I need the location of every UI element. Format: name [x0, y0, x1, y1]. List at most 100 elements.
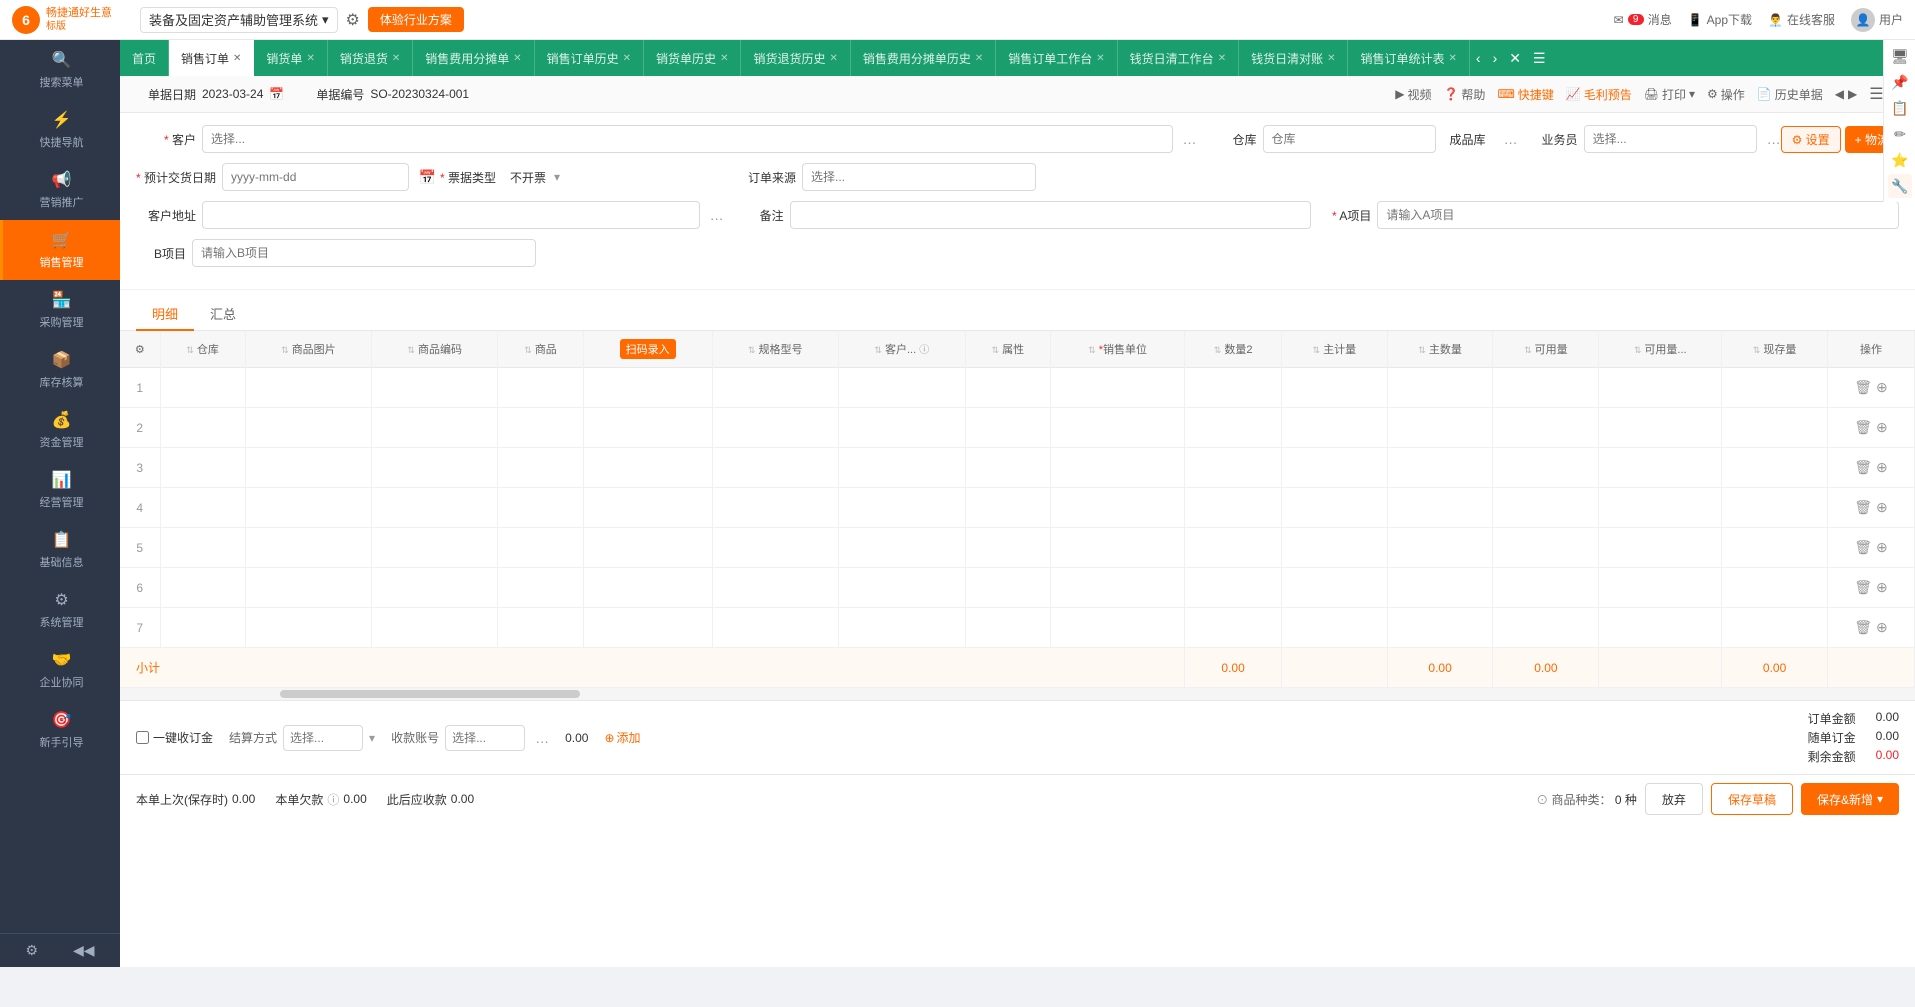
cell-product-2[interactable]	[498, 408, 583, 448]
tab-detail[interactable]: 明细	[136, 298, 194, 331]
sidebar-item-basic[interactable]: 📋 基础信息	[0, 520, 120, 580]
cell-main-unit-7[interactable]	[1281, 608, 1387, 648]
cell-qty2-4[interactable]	[1185, 488, 1282, 528]
cell-img-6[interactable]	[245, 568, 371, 608]
sidebar-item-quicknav[interactable]: ⚡ 快捷导航	[0, 100, 120, 160]
settings-form-btn[interactable]: ⚙ 设置	[1781, 126, 1841, 153]
cell-barcode-7[interactable]	[583, 608, 712, 648]
tab-daily-reconcile[interactable]: 钱货日清对账 ✕	[1239, 40, 1348, 76]
cell-img-2[interactable]	[245, 408, 371, 448]
col-customer-code[interactable]: ⇅ 客户... ⓘ	[838, 331, 965, 368]
tab-close-all-btn[interactable]: ✕	[1503, 50, 1527, 67]
cell-cust-code-4[interactable]	[838, 488, 965, 528]
cell-code-2[interactable]	[372, 408, 498, 448]
tab-sales-invoice[interactable]: 销货单 ✕	[254, 40, 327, 76]
customer-expand-icon[interactable]: …	[1183, 131, 1197, 147]
cell-code-1[interactable]	[372, 368, 498, 408]
cell-code-7[interactable]	[372, 608, 498, 648]
cell-attr-3[interactable]	[965, 448, 1050, 488]
cell-attr-5[interactable]	[965, 528, 1050, 568]
cell-main-unit-3[interactable]	[1281, 448, 1387, 488]
cell-img-3[interactable]	[245, 448, 371, 488]
row-delete-btn-1[interactable]: 🗑	[1854, 379, 1872, 396]
cell-main-unit-2[interactable]	[1281, 408, 1387, 448]
warehouse-input[interactable]	[1263, 125, 1436, 153]
tab-close-icon[interactable]: ✕	[975, 53, 983, 64]
message-action[interactable]: ✉ 9 9 消息	[1614, 11, 1672, 28]
cell-cust-code-1[interactable]	[838, 368, 965, 408]
cell-main-qty-5[interactable]	[1387, 528, 1493, 568]
tab-sales-order[interactable]: 销售订单 ✕	[169, 40, 254, 76]
cell-barcode-5[interactable]	[583, 528, 712, 568]
cell-main-qty-7[interactable]	[1387, 608, 1493, 648]
row-copy-btn-3[interactable]: ⊕	[1876, 459, 1888, 476]
cell-avail-5[interactable]	[1493, 528, 1599, 568]
delivery-date-calendar-icon[interactable]: 📅	[419, 169, 436, 186]
cell-qty2-6[interactable]	[1185, 568, 1282, 608]
cell-unit-1[interactable]	[1050, 368, 1184, 408]
cell-img-1[interactable]	[245, 368, 371, 408]
settings-icon[interactable]: ⚙	[346, 10, 360, 30]
col-settings[interactable]: ⚙	[120, 331, 160, 368]
tab-order-workbench[interactable]: 销售订单工作台 ✕	[996, 40, 1117, 76]
quick-order-input[interactable]	[136, 731, 149, 744]
sidebar-item-finance[interactable]: 💰 资金管理	[0, 400, 120, 460]
system-title[interactable]: 装备及固定资产辅助管理系统 ▾	[140, 7, 338, 33]
tab-menu-btn[interactable]: ☰	[1527, 50, 1552, 67]
row-delete-btn-4[interactable]: 🗑	[1854, 499, 1872, 516]
col-attr[interactable]: ⇅ 属性	[965, 331, 1050, 368]
next-record-btn[interactable]: ▶	[1848, 87, 1857, 101]
tab-summary[interactable]: 汇总	[194, 298, 252, 331]
col-available[interactable]: ⇅ 可用量	[1493, 331, 1599, 368]
cell-avail2-7[interactable]	[1599, 608, 1722, 648]
cell-unit-7[interactable]	[1050, 608, 1184, 648]
col-main-qty[interactable]: ⇅ 主数量	[1387, 331, 1493, 368]
cell-current-5[interactable]	[1722, 528, 1828, 568]
cell-unit-2[interactable]	[1050, 408, 1184, 448]
col-current[interactable]: ⇅ 现存量	[1722, 331, 1828, 368]
cell-avail2-4[interactable]	[1599, 488, 1722, 528]
horizontal-scrollbar[interactable]	[120, 688, 1915, 700]
col-product-code[interactable]: ⇅ 商品编码	[372, 331, 498, 368]
tab-daily-workbench[interactable]: 钱货日清工作台 ✕	[1118, 40, 1239, 76]
right-sidebar-display-btn[interactable]: 🖥	[1888, 44, 1912, 68]
row-delete-btn-2[interactable]: 🗑	[1854, 419, 1872, 436]
tab-close-icon[interactable]: ✕	[1327, 53, 1335, 64]
cell-main-qty-4[interactable]	[1387, 488, 1493, 528]
cell-cust-code-7[interactable]	[838, 608, 965, 648]
memo-input[interactable]	[790, 201, 1312, 229]
cell-attr-6[interactable]	[965, 568, 1050, 608]
cell-attr-7[interactable]	[965, 608, 1050, 648]
col-spec[interactable]: ⇅ 规格型号	[712, 331, 838, 368]
history-btn[interactable]: 📄 历史单据	[1757, 86, 1823, 103]
tab-close-icon[interactable]: ✕	[623, 53, 631, 64]
cell-unit-5[interactable]	[1050, 528, 1184, 568]
cell-avail-6[interactable]	[1493, 568, 1599, 608]
sidebar-item-guide[interactable]: 🎯 新手引导	[0, 700, 120, 760]
right-sidebar-edit-btn[interactable]: ✏	[1888, 122, 1912, 146]
col-available2[interactable]: ⇅ 可用量...	[1599, 331, 1722, 368]
tab-close-icon[interactable]: ✕	[306, 53, 314, 64]
tab-close-icon[interactable]: ✕	[513, 53, 521, 64]
cell-code-4[interactable]	[372, 488, 498, 528]
addr-expand-icon[interactable]: …	[710, 207, 724, 223]
cell-barcode-4[interactable]	[583, 488, 712, 528]
cell-img-5[interactable]	[245, 528, 371, 568]
cell-code-3[interactable]	[372, 448, 498, 488]
barcode-input-btn[interactable]: 扫码录入	[620, 339, 676, 359]
cell-spec-7[interactable]	[712, 608, 838, 648]
row-copy-btn-7[interactable]: ⊕	[1876, 619, 1888, 636]
sidebar-item-operation[interactable]: 📊 经营管理	[0, 460, 120, 520]
cell-barcode-1[interactable]	[583, 368, 712, 408]
cell-main-unit-6[interactable]	[1281, 568, 1387, 608]
cell-avail-2[interactable]	[1493, 408, 1599, 448]
help-btn[interactable]: ❓ 帮助	[1443, 86, 1485, 103]
right-sidebar-pin-btn[interactable]: 📌	[1888, 70, 1912, 94]
col-unit[interactable]: ⇅ *销售单位	[1050, 331, 1184, 368]
right-sidebar-clipboard-btn[interactable]: 📋	[1888, 96, 1912, 120]
sidebar-item-system[interactable]: ⚙ 系统管理	[0, 580, 120, 640]
save-draft-btn[interactable]: 保存草稿	[1711, 783, 1793, 815]
sidebar-item-collab[interactable]: 🤝 企业协同	[0, 640, 120, 700]
cell-unit-4[interactable]	[1050, 488, 1184, 528]
cell-main-unit-1[interactable]	[1281, 368, 1387, 408]
